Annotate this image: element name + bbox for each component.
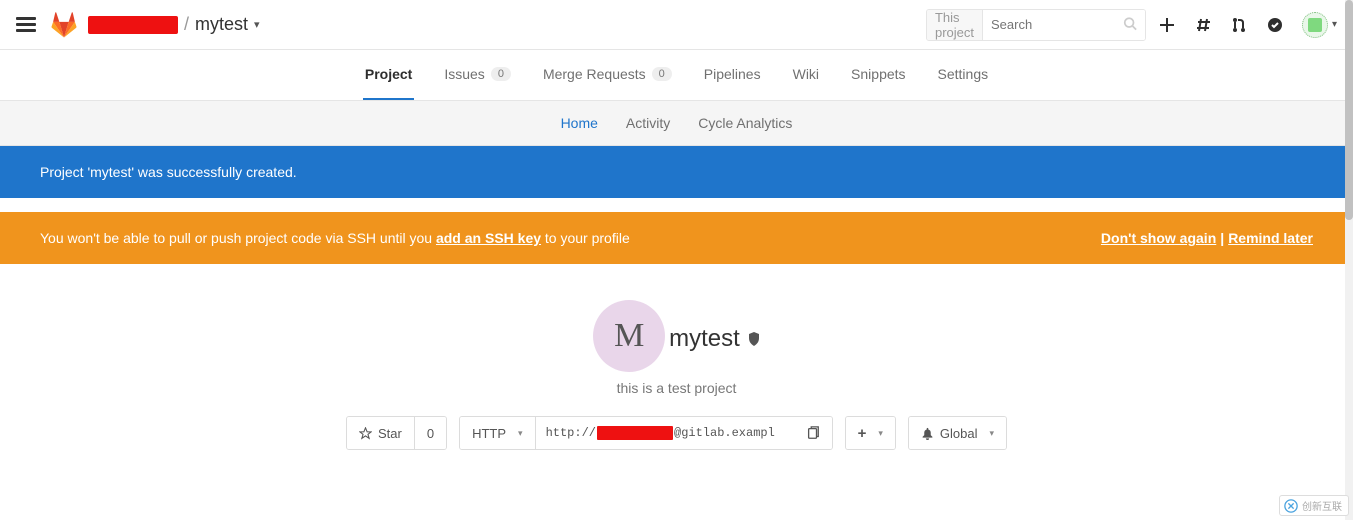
search-icon [1123,16,1137,33]
protocol-dropdown[interactable]: HTTP [460,417,535,449]
star-count: 0 [415,417,446,449]
project-title: mytest [669,325,760,353]
alert-ssh-warning: You won't be able to pull or push projec… [0,212,1353,264]
nav-tab-merge-requests[interactable]: Merge Requests 0 [541,50,674,100]
nav-tab-label: Snippets [851,66,905,82]
search-box[interactable]: This project [926,9,1146,41]
nav-tab-label: Issues [444,66,484,82]
breadcrumb-caret-icon[interactable]: ▾ [254,18,260,31]
star-group: Star 0 [346,416,447,450]
clone-url-group: HTTP http://@gitlab.exampl [459,416,832,450]
plus-icon[interactable] [1158,16,1176,34]
merge-request-icon[interactable] [1230,16,1248,34]
notification-group: Global [908,416,1007,450]
alert-ssh-message: You won't be able to pull or push projec… [40,230,1101,246]
remind-later-link[interactable]: Remind later [1228,230,1313,246]
dont-show-again-link[interactable]: Don't show again [1101,230,1216,246]
nav-tab-issues[interactable]: Issues 0 [442,50,513,100]
clone-url-input[interactable]: http://@gitlab.exampl [536,417,794,449]
nav-tab-pipelines[interactable]: Pipelines [702,50,763,100]
watermark-badge: 创新互联 [1279,495,1349,516]
project-description: this is a test project [0,380,1353,396]
project-avatar: M [593,300,665,372]
todos-icon[interactable] [1266,16,1284,34]
copy-icon [806,426,820,440]
breadcrumb: / mytest ▾ [88,14,260,35]
count-badge: 0 [652,67,672,81]
nav-tab-wiki[interactable]: Wiki [791,50,821,100]
nav-tab-label: Pipelines [704,66,761,82]
star-button[interactable]: Star [347,417,415,449]
bell-icon [921,427,934,440]
star-icon [359,427,372,440]
scrollbar-thumb[interactable] [1345,0,1353,220]
add-ssh-key-link[interactable]: add an SSH key [436,230,541,246]
nav-tab-settings[interactable]: Settings [936,50,991,100]
visibility-private-icon [748,332,760,346]
user-menu[interactable]: ▾ [1302,12,1337,38]
breadcrumb-namespace-redacted[interactable] [88,16,178,34]
search-scope-label[interactable]: This project [927,10,983,40]
scrollbar-track[interactable] [1345,0,1353,520]
sub-nav-home[interactable]: Home [561,115,598,131]
clone-url-redacted [597,426,673,440]
sub-nav: Home Activity Cycle Analytics [0,101,1353,146]
hash-icon[interactable] [1194,16,1212,34]
clone-bar: Star 0 HTTP http://@gitlab.exampl + Glob… [0,416,1353,450]
search-input[interactable] [983,10,1146,40]
nav-tab-label: Settings [938,66,989,82]
breadcrumb-project[interactable]: mytest [195,14,248,35]
alert-success-text: Project 'mytest' was successfully create… [40,164,297,180]
hamburger-menu-icon[interactable] [16,17,36,33]
nav-tab-snippets[interactable]: Snippets [849,50,907,100]
nav-tab-label: Merge Requests [543,66,646,82]
breadcrumb-separator: / [184,14,189,35]
top-icons: ▾ [1158,12,1337,38]
user-avatar-icon [1302,12,1328,38]
notification-dropdown[interactable]: Global [909,417,1006,449]
nav-tabs: Project Issues 0 Merge Requests 0 Pipeline… [0,50,1353,101]
count-badge: 0 [491,67,511,81]
nav-tab-label: Wiki [793,66,819,82]
sub-nav-cycle-analytics[interactable]: Cycle Analytics [698,115,792,131]
alert-success: Project 'mytest' was successfully create… [0,146,1353,198]
alert-actions: Don't show again|Remind later [1101,230,1313,246]
nav-tab-label: Project [365,66,412,82]
project-home: M mytest this is a test project Star 0 H… [0,264,1353,474]
top-header: / mytest ▾ This project ▾ [0,0,1353,50]
create-new-dropdown[interactable]: + [846,417,895,449]
user-caret-icon: ▾ [1332,19,1337,30]
copy-url-button[interactable] [794,417,832,449]
gitlab-logo-icon[interactable] [50,11,78,39]
nav-tab-project[interactable]: Project [363,50,414,100]
sub-nav-activity[interactable]: Activity [626,115,670,131]
plus-dropdown-group: + [845,416,896,450]
